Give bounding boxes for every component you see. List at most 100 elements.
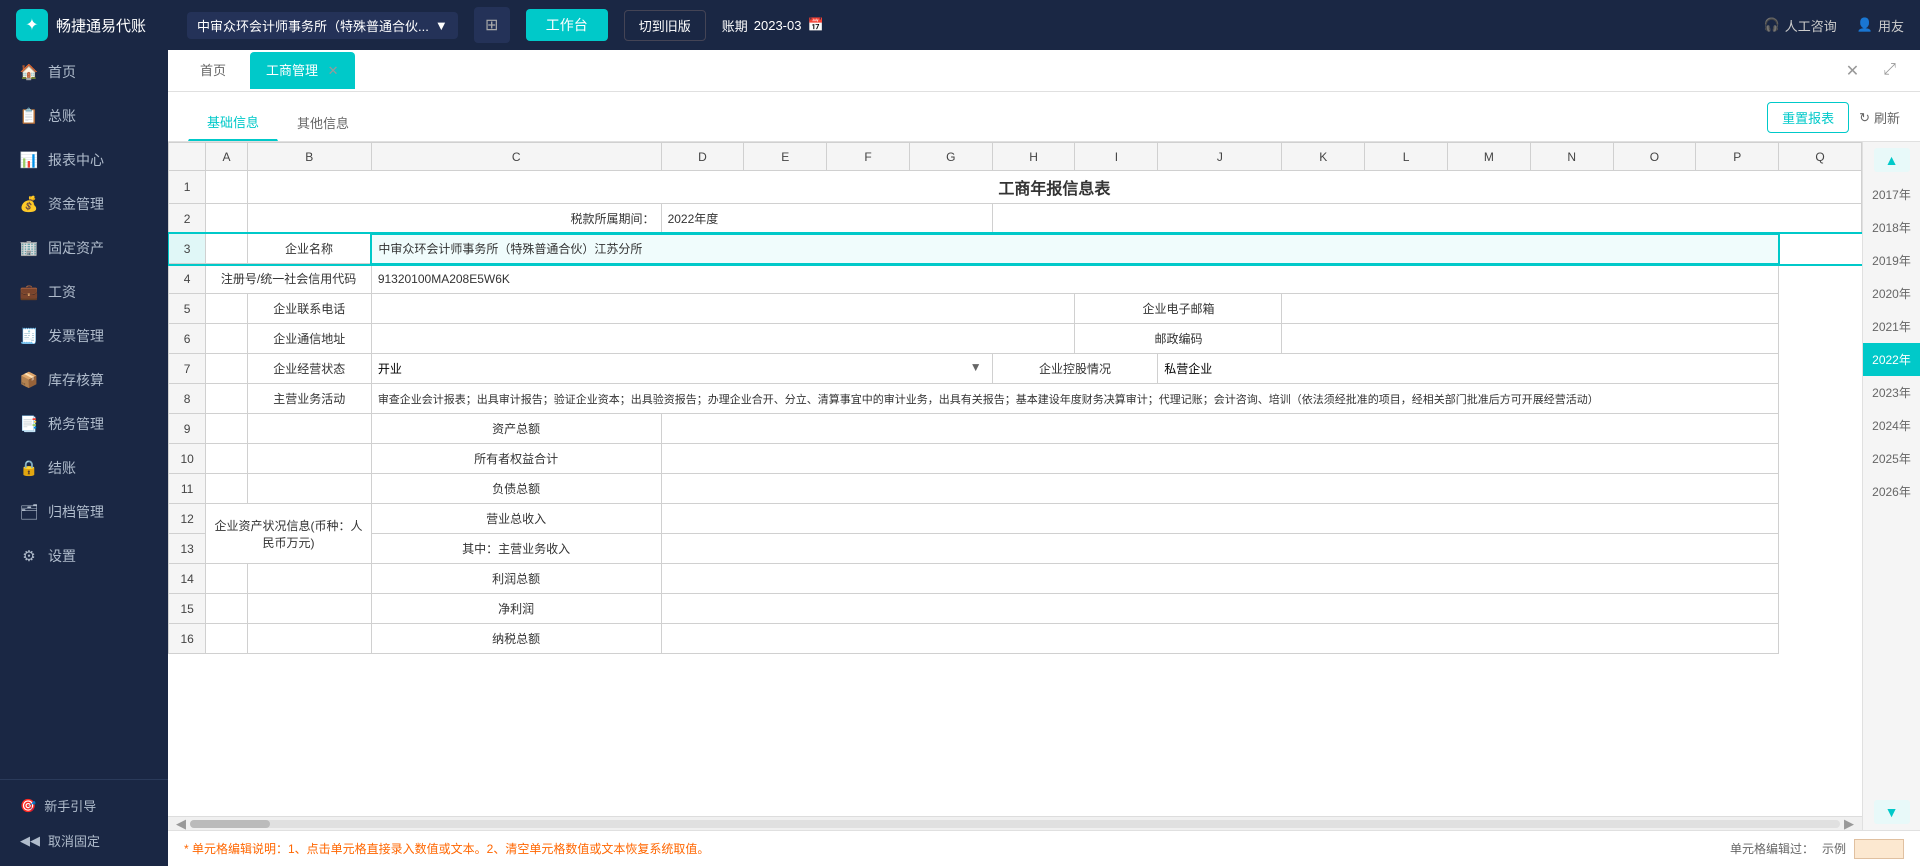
tab-home[interactable]: 首页: [184, 52, 242, 89]
user-icon: 👤: [1857, 17, 1873, 33]
cell-6-A[interactable]: [206, 324, 247, 354]
sidebar-item-report[interactable]: 📊 报表中心: [0, 138, 168, 182]
sidebar-item-home[interactable]: 🏠 首页: [0, 50, 168, 94]
sidebar-item-label: 结账: [48, 458, 76, 478]
cell-5-rvalue[interactable]: [1282, 294, 1779, 324]
year-item-2023[interactable]: 2023年: [1863, 376, 1920, 409]
cell-5-A[interactable]: [206, 294, 247, 324]
sub-tab-other[interactable]: 其他信息: [278, 104, 368, 140]
sidebar-item-invoice[interactable]: 🧾 发票管理: [0, 314, 168, 358]
sub-tab-basic[interactable]: 基础信息: [188, 103, 278, 141]
cell-title[interactable]: 工商年报信息表: [247, 171, 1861, 204]
bottom-right: 单元格编辑过： 示例: [1730, 839, 1904, 859]
main-layout: 🏠 首页 📋 总账 📊 报表中心 💰 资金管理 🏢 固定资产 💼 工资: [0, 50, 1920, 866]
cell-1-A[interactable]: [206, 171, 247, 204]
sidebar-item-close[interactable]: 🔒 结账: [0, 446, 168, 490]
expand-icon[interactable]: ⤢: [1875, 57, 1904, 85]
cell-10-B[interactable]: [247, 444, 371, 474]
year-item-2020[interactable]: 2020年: [1863, 277, 1920, 310]
table-row: 15 净利润: [169, 594, 1862, 624]
cell-2-A[interactable]: [206, 204, 247, 234]
cell-14-A[interactable]: [206, 564, 247, 594]
workbench-button[interactable]: 工作台: [526, 9, 608, 41]
cell-4-value[interactable]: 91320100MA208E5W6K: [371, 264, 1778, 294]
cell-7-value[interactable]: 开业 ▼: [371, 354, 992, 384]
cell-10-value[interactable]: [661, 444, 1779, 474]
year-item-2021[interactable]: 2021年: [1863, 310, 1920, 343]
company-selector[interactable]: 中审众环会计师事务所（特殊普通合伙... ▼: [187, 12, 458, 39]
year-item-2022[interactable]: 2022年: [1863, 343, 1920, 376]
cell-6-rvalue[interactable]: [1282, 324, 1779, 354]
sidebar-item-inventory[interactable]: 📦 库存核算: [0, 358, 168, 402]
year-item-2026[interactable]: 2026年: [1863, 475, 1920, 508]
asset-icon: 🏢: [20, 239, 38, 257]
col-header-K: K: [1282, 143, 1365, 171]
sidebar-item-unpin[interactable]: ◀◀ 取消固定: [0, 823, 168, 858]
switch-version-button[interactable]: 切到旧版: [624, 10, 706, 41]
sidebar-item-tax[interactable]: 📑 税务管理: [0, 402, 168, 446]
cell-15-value[interactable]: [661, 594, 1779, 624]
cell-14-value[interactable]: [661, 564, 1779, 594]
reset-report-button[interactable]: 重置报表: [1767, 102, 1849, 133]
tab-bizreg[interactable]: 工商管理 ✕: [250, 52, 355, 89]
sidebar-item-newbie[interactable]: 🎯 新手引导: [0, 788, 168, 823]
settings-icon: ⚙: [20, 547, 38, 565]
cell-8-A[interactable]: [206, 384, 247, 414]
cell-16-value[interactable]: [661, 624, 1779, 654]
cell-14-B[interactable]: [247, 564, 371, 594]
sidebar-item-asset[interactable]: 🏢 固定资产: [0, 226, 168, 270]
refresh-button[interactable]: ↻ 刷新: [1859, 108, 1900, 127]
tab-close-icon[interactable]: ✕: [328, 63, 339, 78]
cell-12-value[interactable]: [661, 504, 1779, 534]
sidebar-bottom-label: 取消固定: [48, 831, 100, 850]
cell-8-value[interactable]: 审查企业会计报表；出具审计报告；验证企业资本；出具验资报告；办理企业合开、分立、…: [371, 384, 1778, 414]
cell-11-A[interactable]: [206, 474, 247, 504]
year-item-2017[interactable]: 2017年: [1863, 178, 1920, 211]
year-scroll-up[interactable]: ▲: [1874, 148, 1910, 172]
cell-16-B[interactable]: [247, 624, 371, 654]
cell-6-value[interactable]: [371, 324, 1075, 354]
calendar-icon[interactable]: 📅: [807, 17, 823, 33]
cell-15-B[interactable]: [247, 594, 371, 624]
cell-13-value[interactable]: [661, 534, 1779, 564]
scrollbar-thumb[interactable]: [190, 820, 270, 828]
cell-5-value[interactable]: [371, 294, 1075, 324]
year-scroll-down[interactable]: ▼: [1874, 800, 1910, 824]
user-area[interactable]: 👤 用友: [1857, 16, 1904, 35]
year-item-2024[interactable]: 2024年: [1863, 409, 1920, 442]
cell-2-value[interactable]: 2022年度: [661, 204, 992, 234]
col-header-D: D: [661, 143, 744, 171]
spreadsheet-scroll[interactable]: A B C D E F G H I J: [168, 142, 1862, 816]
cell-9-A[interactable]: [206, 414, 247, 444]
scrollbar-track[interactable]: [190, 820, 1840, 828]
cell-10-A[interactable]: [206, 444, 247, 474]
year-item-2025[interactable]: 2025年: [1863, 442, 1920, 475]
cell-16-A[interactable]: [206, 624, 247, 654]
company-icon-btn[interactable]: ⊞: [474, 7, 510, 43]
close-panel-icon[interactable]: ✕: [1838, 57, 1867, 85]
year-panel: ▲ 2017年 2018年 2019年 2020年 2021年 2022年 20…: [1862, 142, 1920, 830]
sidebar-item-settings[interactable]: ⚙ 设置: [0, 534, 168, 578]
scroll-right-arrow[interactable]: ▶: [1840, 816, 1858, 831]
year-item-2018[interactable]: 2018年: [1863, 211, 1920, 244]
cell-9-value[interactable]: [661, 414, 1779, 444]
cell-7-rvalue[interactable]: 私营企业: [1158, 354, 1779, 384]
cell-3-value[interactable]: 中审众环会计师事务所（特殊普通合伙）江苏分所: [371, 234, 1778, 264]
cell-2-empty[interactable]: [992, 204, 1861, 234]
col-header-M: M: [1447, 143, 1530, 171]
horizontal-scrollbar[interactable]: ◀ ▶: [168, 816, 1862, 830]
sidebar-item-wage[interactable]: 💼 工资: [0, 270, 168, 314]
sidebar-item-fund[interactable]: 💰 资金管理: [0, 182, 168, 226]
consult-button[interactable]: 🎧 人工咨询: [1764, 16, 1837, 35]
cell-7-A[interactable]: [206, 354, 247, 384]
cell-15-A[interactable]: [206, 594, 247, 624]
cell-9-B[interactable]: [247, 414, 371, 444]
close-period-icon: 🔒: [20, 459, 38, 477]
cell-11-value[interactable]: [661, 474, 1779, 504]
year-item-2019[interactable]: 2019年: [1863, 244, 1920, 277]
sidebar-item-archive[interactable]: 🗂 归档管理: [0, 490, 168, 534]
sidebar-item-ledger[interactable]: 📋 总账: [0, 94, 168, 138]
scroll-left-arrow[interactable]: ◀: [172, 816, 190, 831]
cell-3-A[interactable]: [206, 234, 247, 264]
cell-11-B[interactable]: [247, 474, 371, 504]
